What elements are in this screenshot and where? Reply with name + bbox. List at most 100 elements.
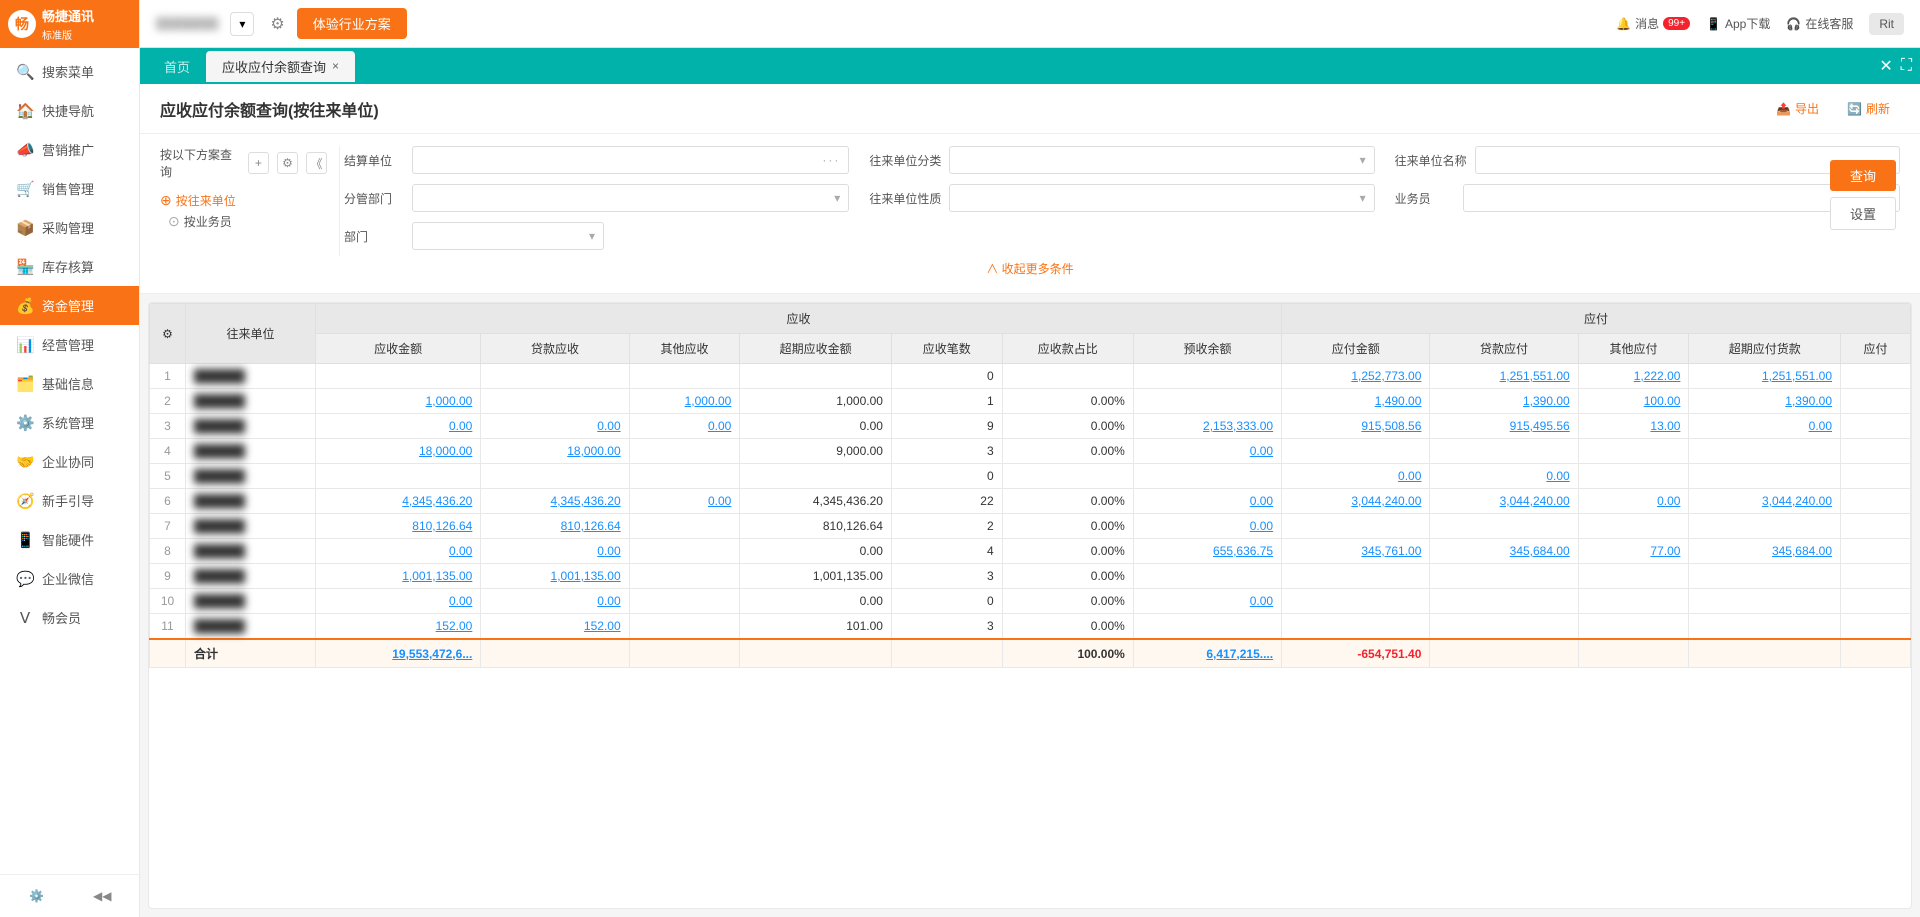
sidebar-item-hardware[interactable]: 📱 智能硬件	[0, 520, 139, 559]
collapse-bar[interactable]: ∧ 收起更多条件	[160, 256, 1900, 281]
sidebar-item-finance[interactable]: 💰 资金管理	[0, 286, 139, 325]
sidebar-item-system[interactable]: ⚙️ 系统管理	[0, 403, 139, 442]
table-cell[interactable]: 0.00	[629, 414, 740, 439]
total-cell[interactable]: 19,553,472,6...	[316, 639, 481, 668]
tab-close-icon[interactable]: ×	[332, 59, 339, 73]
table-cell[interactable]: 77.00	[1578, 539, 1689, 564]
tab-arbalance[interactable]: 应收应付余额查询 ×	[206, 51, 355, 82]
tab-maximize-icon[interactable]: ⛶	[1901, 57, 1912, 75]
table-cell[interactable]: 4,345,436.20	[316, 489, 481, 514]
dept-input[interactable]: ▾	[412, 184, 849, 212]
table-cell[interactable]: 18,000.00	[316, 439, 481, 464]
sidebar-item-sales[interactable]: 🛒 销售管理	[0, 169, 139, 208]
sidebar-item-operation[interactable]: 📊 经营管理	[0, 325, 139, 364]
table-cell[interactable]: 810,126.64	[481, 514, 629, 539]
col-header-rownum[interactable]: ⚙	[150, 304, 186, 364]
table-cell[interactable]: 345,684.00	[1689, 539, 1841, 564]
add-scheme-btn[interactable]: +	[248, 152, 269, 174]
user-menu[interactable]: Rit	[1869, 13, 1904, 35]
table-cell[interactable]: 0.00	[481, 414, 629, 439]
table-cell[interactable]: 1,490.00	[1282, 389, 1430, 414]
query-button[interactable]: 查询	[1830, 160, 1896, 191]
table-cell[interactable]: 1,000.00	[629, 389, 740, 414]
table-cell[interactable]: 3,044,240.00	[1282, 489, 1430, 514]
footer-settings-btn[interactable]: ⚙️	[8, 883, 66, 909]
app-download-btn[interactable]: 📱 App下载	[1706, 15, 1770, 32]
refresh-button[interactable]: 🔄 刷新	[1837, 96, 1900, 121]
sidebar-item-marketing[interactable]: 📣 营销推广	[0, 130, 139, 169]
export-button[interactable]: 📤 导出	[1766, 96, 1829, 121]
sidebar-item-collab[interactable]: 🤝 企业协同	[0, 442, 139, 481]
table-cell[interactable]: 655,636.75	[1133, 539, 1281, 564]
customer-service-btn[interactable]: 🎧 在线客服	[1786, 15, 1853, 32]
table-cell: 8	[150, 539, 186, 564]
table-cell[interactable]: 1,252,773.00	[1282, 364, 1430, 389]
table-cell[interactable]: 1,390.00	[1430, 389, 1578, 414]
notifications-btn[interactable]: 🔔 消息 99+	[1616, 15, 1690, 32]
more-scheme-btn[interactable]: 《	[306, 152, 327, 174]
sidebar-item-purchase[interactable]: 📦 采购管理	[0, 208, 139, 247]
table-cell[interactable]: 915,495.56	[1430, 414, 1578, 439]
table-cell[interactable]: 345,684.00	[1430, 539, 1578, 564]
department-input[interactable]: ▾	[412, 222, 604, 250]
total-cell[interactable]: 6,417,215....	[1133, 639, 1281, 668]
table-area[interactable]: ⚙ 往来单位 应收 应付 应收金额 贷款应收 其他应收 超期应收金额 应收笔数 …	[148, 302, 1912, 909]
table-cell[interactable]: 3,044,240.00	[1430, 489, 1578, 514]
sidebar-item-guide[interactable]: 🧭 新手引导	[0, 481, 139, 520]
setting-button[interactable]: 设置	[1830, 197, 1896, 230]
table-cell[interactable]: 100.00	[1578, 389, 1689, 414]
table-cell[interactable]: 18,000.00	[481, 439, 629, 464]
settlement-input[interactable]: ···	[412, 146, 849, 174]
table-cell[interactable]: 4,345,436.20	[481, 489, 629, 514]
tab-home[interactable]: 首页	[148, 51, 206, 82]
unit-nature-input[interactable]: ▾	[949, 184, 1374, 212]
table-cell[interactable]: 0.00	[481, 589, 629, 614]
table-cell[interactable]: 810,126.64	[316, 514, 481, 539]
sidebar-item-inventory[interactable]: 🏪 库存核算	[0, 247, 139, 286]
col-ar-amount: 应收金额	[316, 334, 481, 364]
table-cell[interactable]: 1,000.00	[316, 389, 481, 414]
table-cell[interactable]: 1,222.00	[1578, 364, 1689, 389]
table-cell[interactable]: 152.00	[481, 614, 629, 640]
table-cell[interactable]: 915,508.56	[1282, 414, 1430, 439]
table-cell[interactable]: 0.00	[1430, 464, 1578, 489]
table-cell	[1841, 414, 1911, 439]
table-cell[interactable]: 0.00	[629, 489, 740, 514]
table-cell[interactable]: 0.00	[1689, 414, 1841, 439]
table-cell[interactable]: 0.00	[1578, 489, 1689, 514]
unit-category-input[interactable]: ▾	[949, 146, 1374, 174]
table-cell[interactable]: 1,251,551.00	[1430, 364, 1578, 389]
table-cell[interactable]: 0.00	[1133, 489, 1281, 514]
table-cell[interactable]: 0.00	[1133, 439, 1281, 464]
table-cell[interactable]: 152.00	[316, 614, 481, 640]
table-cell[interactable]: 0.00	[1282, 464, 1430, 489]
footer-collapse-btn[interactable]: ◀◀	[74, 883, 132, 909]
table-cell[interactable]: 0.00	[1133, 514, 1281, 539]
table-cell[interactable]: 1,001,135.00	[481, 564, 629, 589]
scheme-item-by-unit[interactable]: ⊕ 按往来单位	[160, 192, 327, 209]
table-cell[interactable]: 2,153,333.00	[1133, 414, 1281, 439]
table-cell[interactable]: 0.00	[316, 589, 481, 614]
sidebar-item-quicknav[interactable]: 🏠 快捷导航	[0, 91, 139, 130]
table-cell[interactable]: 13.00	[1578, 414, 1689, 439]
tab-close-window-icon[interactable]: ✕	[1879, 56, 1892, 76]
table-cell[interactable]: 0.00	[1133, 589, 1281, 614]
breadcrumb-dropdown[interactable]: ▾	[230, 12, 254, 36]
sidebar-item-search[interactable]: 🔍 搜索菜单	[0, 52, 139, 91]
table-cell[interactable]: 0.00	[316, 414, 481, 439]
table-cell[interactable]: 0.00	[481, 539, 629, 564]
settings-gear-icon[interactable]: ⚙	[270, 14, 284, 34]
edit-scheme-btn[interactable]: ⚙	[277, 152, 298, 174]
table-cell[interactable]: 1,251,551.00	[1689, 364, 1841, 389]
sidebar-item-wechat[interactable]: 💬 企业微信	[0, 559, 139, 598]
table-cell[interactable]: 345,761.00	[1282, 539, 1430, 564]
table-cell[interactable]: 1,001,135.00	[316, 564, 481, 589]
scheme-item-by-salesperson[interactable]: ⊙ 按业务员	[168, 213, 327, 230]
table-cell[interactable]: 1,390.00	[1689, 389, 1841, 414]
promo-button[interactable]: 体验行业方案	[297, 8, 407, 39]
sidebar-item-basic[interactable]: 🗂️ 基础信息	[0, 364, 139, 403]
settings-col-icon[interactable]: ⚙	[162, 327, 173, 341]
sidebar-item-vip[interactable]: Ⅴ 畅会员	[0, 598, 139, 637]
table-cell[interactable]: 3,044,240.00	[1689, 489, 1841, 514]
table-cell[interactable]: 0.00	[316, 539, 481, 564]
